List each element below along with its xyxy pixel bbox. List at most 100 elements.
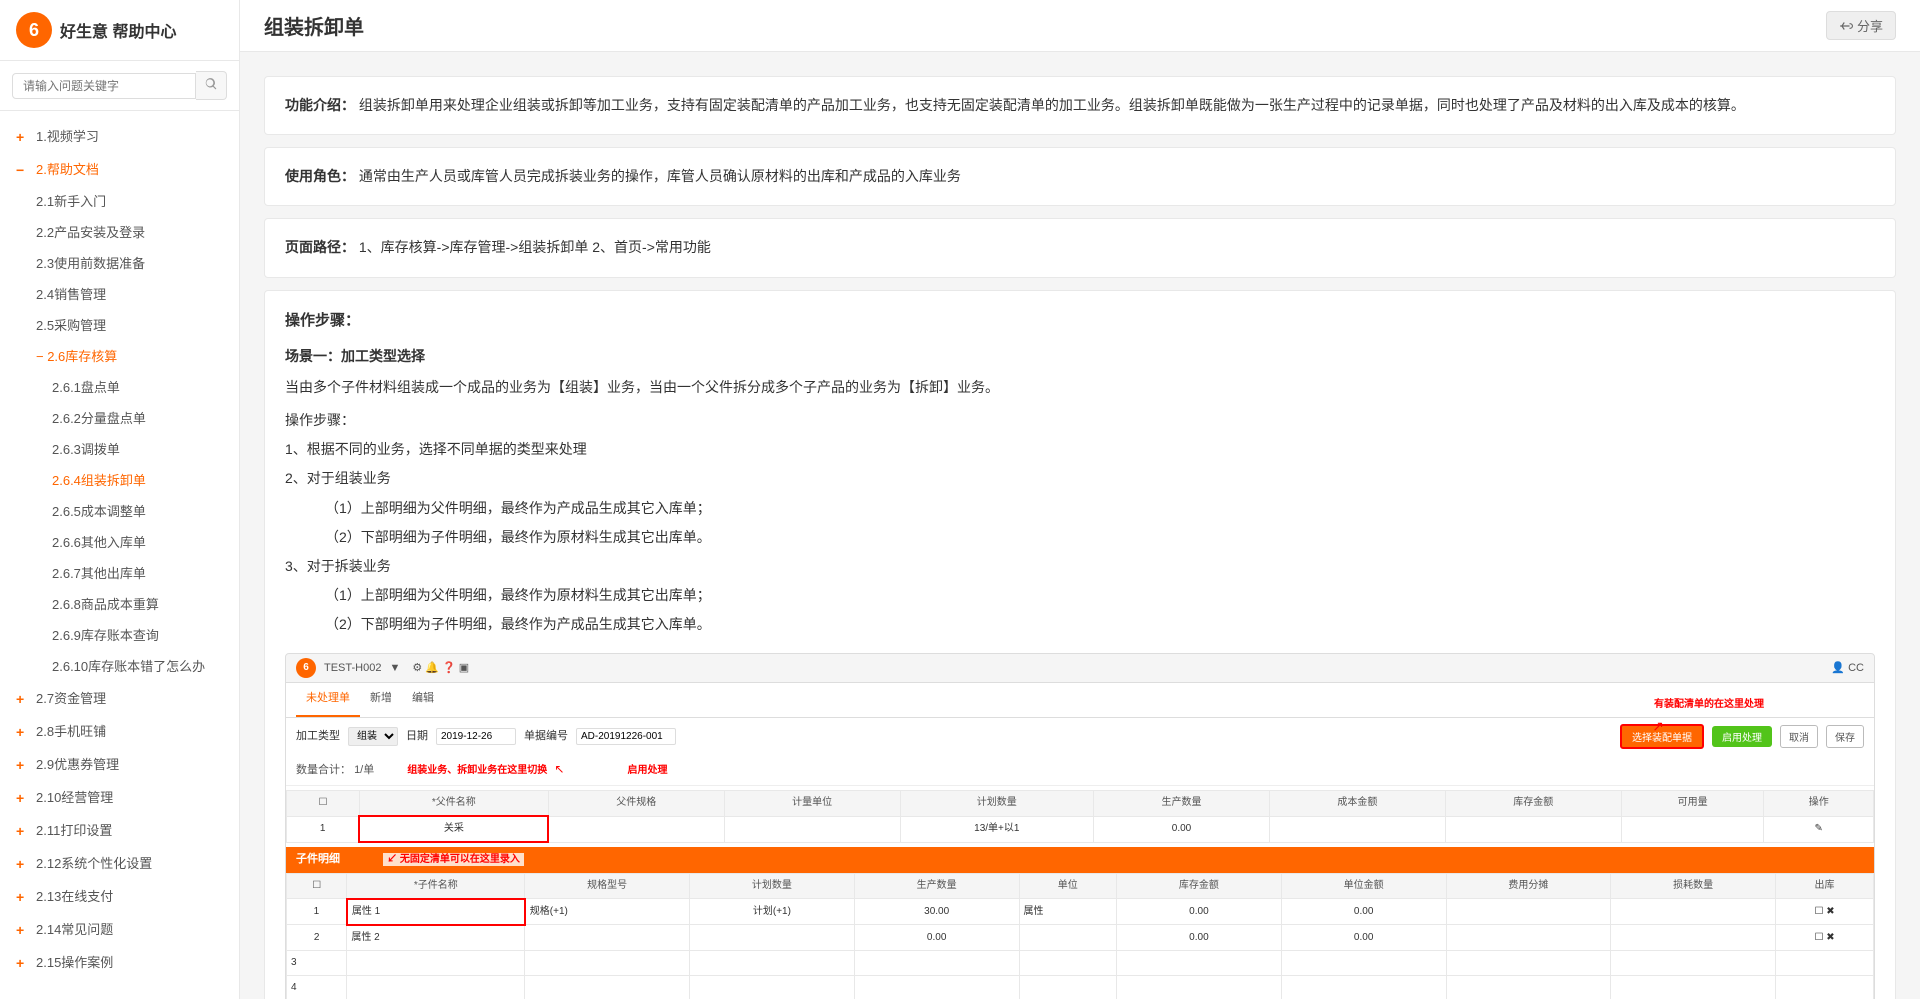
tab-edit[interactable]: 编辑 [402, 683, 444, 717]
sidebar-item-install[interactable]: 2.2产品安装及登录 [0, 216, 239, 247]
tab-unprocessed[interactable]: 未处理单 [296, 683, 360, 717]
annotation-text-3: 启用处理 [628, 765, 668, 776]
table-row [1117, 975, 1282, 999]
plus-icon: + [16, 856, 30, 870]
sidebar-item-label: 2.13在线支付 [36, 886, 113, 905]
sidebar-item-label: 2.8手机旺铺 [36, 721, 106, 740]
col-header-cost: 成本金额 [1269, 791, 1445, 817]
role-text: 通常由生产人员或库管人员完成拆装业务的操作，库管人员确认原材料的出库和产成品的入… [359, 168, 961, 184]
sidebar-item-stockerr[interactable]: 2.6.10库存账本错了怎么办 [0, 650, 239, 681]
sidebar-item-faq[interactable]: + 2.14常见问题 [0, 912, 239, 945]
sidebar-item-otherinstock[interactable]: 2.6.6其他入库单 [0, 526, 239, 557]
col-header-checkbox: ☐ [287, 791, 360, 817]
sidebar-item-label: 2.11打印设置 [36, 820, 112, 839]
table-row [1445, 816, 1621, 842]
col-header: 规格型号 [525, 873, 690, 899]
feature-label: 功能介绍： [285, 97, 355, 113]
step3-2: （2）下部明细为子件明细，最终作为产成品生成其它入库单。 [285, 612, 1875, 637]
sidebar-nav: + 1.视频学习 − 2.帮助文档 2.1新手入门 2.2产品安装及登录 2.3… [0, 111, 239, 999]
sidebar-item-label: 2.7资金管理 [36, 688, 106, 707]
btn-cancel[interactable]: 取消 [1780, 725, 1818, 748]
sidebar-item-new[interactable]: 2.1新手入门 [0, 185, 239, 216]
scene1-title: 场景一：加工类型选择 [285, 344, 1875, 369]
sidebar-item-stockcheck[interactable]: 2.6.9库存账本查询 [0, 619, 239, 650]
step2-1: （1）上部明细为父件明细，最终作为产成品生成其它入库单； [285, 496, 1875, 521]
top-table-container: ☐ *父件名称 父件规格 计量单位 计划数量 生产数量 成本金额 库存金额 可用… [286, 786, 1874, 847]
sidebar-item-label: 2.10经营管理 [36, 787, 113, 806]
table-row [1611, 950, 1776, 975]
table-row [1446, 950, 1611, 975]
type-select[interactable]: 组装 拆卸 [348, 727, 398, 746]
minus-icon: − [16, 162, 30, 176]
sidebar-item-docs[interactable]: − 2.帮助文档 [0, 152, 239, 185]
col-header-planned: 计划数量 [900, 791, 1094, 817]
top-table: ☐ *父件名称 父件规格 计量单位 计划数量 生产数量 成本金额 库存金额 可用… [286, 790, 1874, 843]
table-row: 属性 [1019, 899, 1117, 925]
table-row: ☐ ✖ [1776, 925, 1874, 951]
sidebar-item-label: 2.15操作案例 [36, 952, 113, 971]
search-input[interactable] [12, 73, 196, 99]
table-row [1611, 899, 1776, 925]
sidebar-item-costadj[interactable]: 2.6.5成本调整单 [0, 495, 239, 526]
sidebar-item-onlinepay[interactable]: + 2.13在线支付 [0, 879, 239, 912]
table-row [724, 816, 900, 842]
sidebar-item-transfer[interactable]: 2.6.3调拨单 [0, 433, 239, 464]
sidebar-item-otheroutstock[interactable]: 2.6.7其他出库单 [0, 557, 239, 588]
col-header: 库存金额 [1117, 873, 1282, 899]
search-box [0, 61, 239, 111]
sidebar-item-capital[interactable]: + 2.7资金管理 [0, 681, 239, 714]
logo-icon: 6 [16, 12, 52, 48]
tab-new[interactable]: 新增 [360, 683, 402, 717]
sidebar-item-cases[interactable]: + 2.15操作案例 [0, 945, 239, 978]
col-header: *子件名称 [347, 873, 525, 899]
annotation-text-2: 组装业务、拆卸业务在这里切换 [407, 765, 547, 776]
sidebar-item-stocktake[interactable]: 2.6.1盘点单 [0, 371, 239, 402]
sidebar-item-mobile[interactable]: + 2.8手机旺铺 [0, 714, 239, 747]
role-card: 使用角色： 通常由生产人员或库管人员完成拆装业务的操作，库管人员确认原材料的出库… [264, 147, 1896, 206]
step2: 2、对于组装业务 [285, 466, 1875, 491]
search-button[interactable] [196, 71, 227, 100]
table-row [1281, 950, 1446, 975]
sidebar-item-goodscost[interactable]: 2.6.8商品成本重算 [0, 588, 239, 619]
sidebar-item-sales[interactable]: 2.4销售管理 [0, 278, 239, 309]
sidebar-item-video[interactable]: + 1.视频学习 [0, 119, 239, 152]
btn-save[interactable]: 保存 [1826, 725, 1864, 748]
annotation-arrow-1: ↗ [1652, 714, 1664, 739]
table-row: 2 [287, 925, 347, 951]
plus-icon: + [16, 955, 30, 969]
step2-2: （2）下部明细为子件明细，最终作为原材料生成其它出库单。 [285, 525, 1875, 550]
docno-input[interactable] [576, 728, 676, 745]
content-area: 功能介绍： 组装拆卸单用来处理企业组装或拆卸等加工业务，支持有固定装配清单的产品… [240, 52, 1920, 999]
app-header-bar: 6 TEST-H002 ▼ ⚙ 🔔 ❓ ▣ 👤 CC [286, 654, 1874, 683]
step1: 1、根据不同的业务，选择不同单据的类型来处理 [285, 437, 1875, 462]
plus-icon: + [16, 922, 30, 936]
sidebar-item-data[interactable]: 2.3使用前数据准备 [0, 247, 239, 278]
col-header-stock-cost: 库存金额 [1445, 791, 1621, 817]
sidebar-item-print[interactable]: + 2.11打印设置 [0, 813, 239, 846]
sidebar-item-label: 1.视频学习 [36, 126, 99, 145]
date-input[interactable] [436, 728, 516, 745]
sidebar-item-partstocktake[interactable]: 2.6.2分量盘点单 [0, 402, 239, 433]
table-row [1776, 975, 1874, 999]
table-row [1117, 950, 1282, 975]
table-row [525, 925, 690, 951]
table-row [525, 950, 690, 975]
sidebar-item-ops[interactable]: + 2.10经营管理 [0, 780, 239, 813]
sub-nav: 未处理单 新增 编辑 [286, 683, 1874, 718]
sidebar-item-purchase[interactable]: 2.5采购管理 [0, 309, 239, 340]
bottom-table-label: 子件明细 ↙ 无固定清单可以在这里录入 [286, 847, 1874, 873]
col-header: 生产数量 [854, 873, 1019, 899]
btn-act[interactable]: 启用处理 [1712, 726, 1772, 747]
sidebar-item-sysconfig[interactable]: + 2.12系统个性化设置 [0, 846, 239, 879]
share-button[interactable]: 分享 [1826, 11, 1896, 40]
table-row [347, 975, 525, 999]
role-label: 使用角色： [285, 168, 355, 184]
feature-card: 功能介绍： 组装拆卸单用来处理企业组装或拆卸等加工业务，支持有固定装配清单的产品… [264, 76, 1896, 135]
sidebar-item-inventory[interactable]: − 2.6库存核算 [0, 340, 239, 371]
col-header: 出库 [1776, 873, 1874, 899]
sidebar-item-coupon[interactable]: + 2.9优惠券管理 [0, 747, 239, 780]
col-header-unit: 计量单位 [724, 791, 900, 817]
sidebar-item-assembly[interactable]: 2.6.4组装拆卸单 [0, 464, 239, 495]
form-area: 加工类型 组装 拆卸 日期 单据编号 选择装配单据 有装配清单的在这里处理 [286, 718, 1874, 755]
plus-icon: + [16, 691, 30, 705]
